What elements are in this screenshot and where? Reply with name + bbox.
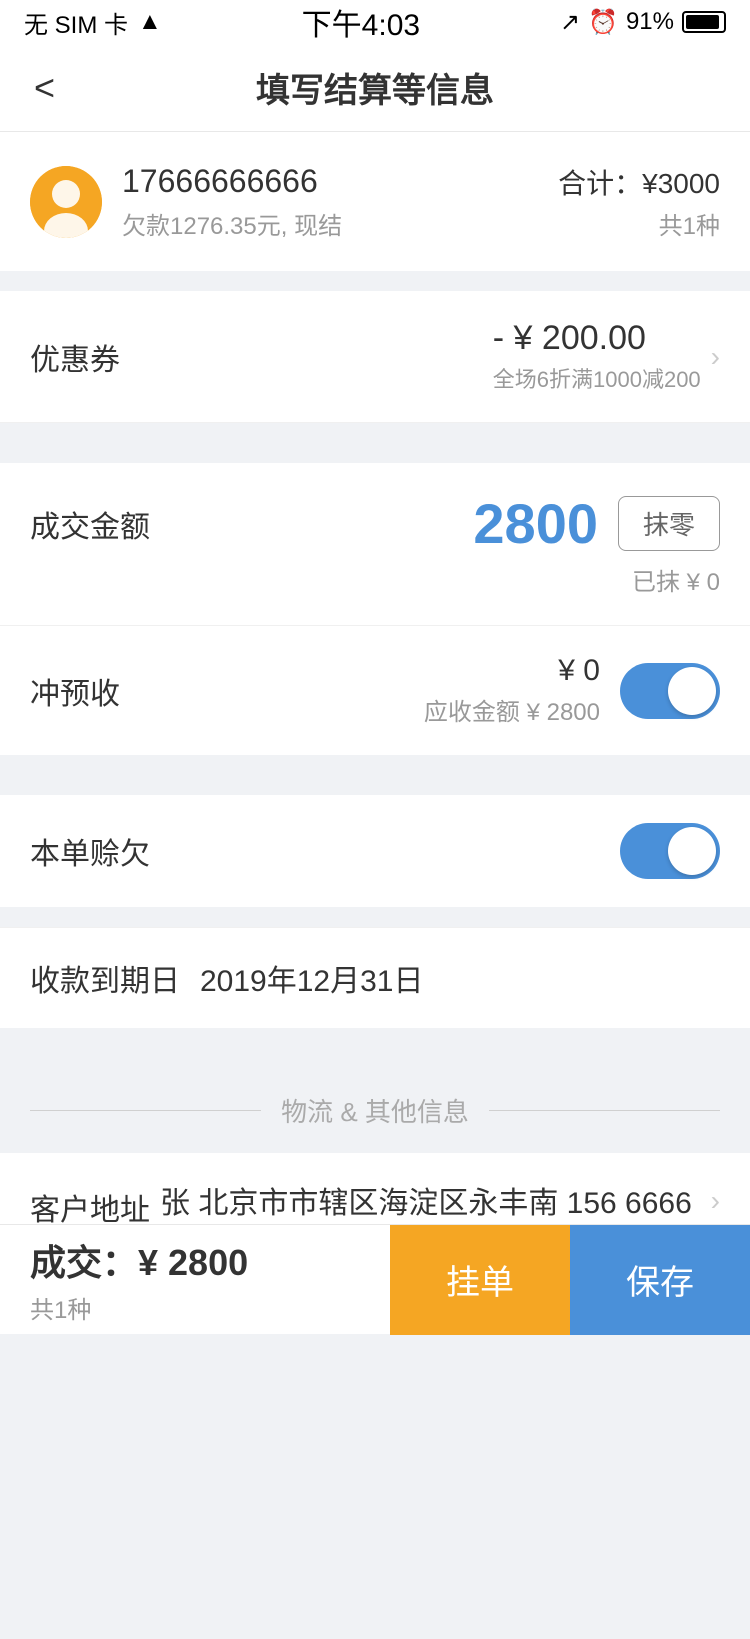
round-zero-button[interactable]: 抹零 [618,496,720,551]
duedate-label: 收款到期日 [30,956,180,1000]
customer-left: 17666666666 欠款1276.35元, 现结 [30,163,342,241]
customer-sub-text: 欠款1276.35元, 现结 [122,206,342,241]
carrier-text: 无 SIM 卡 [24,5,128,40]
logistics-divider: 物流 & 其他信息 [0,1068,750,1153]
coupon-amount-block: - ¥ 200.00 全场6折满1000减200 [493,319,701,394]
section-divider-3 [0,1048,750,1068]
battery-bar [682,11,726,33]
coupon-chevron-icon: › [711,341,720,373]
avatar [30,166,102,238]
deal-sub-text: 已抹 ¥ 0 [30,562,720,597]
prepay-label: 冲预收 [30,669,120,713]
location-icon: ↗ [560,8,580,37]
address-chevron-icon: › [701,1181,720,1217]
status-time: 下午4:03 [302,0,420,44]
prepay-sub-text: 应收金额 ¥ 2800 [424,692,600,727]
customer-detail: 17666666666 欠款1276.35元, 现结 [122,163,342,241]
bottom-spacer [0,1319,750,1519]
alarm-icon: ⏰ [588,8,618,37]
logistics-line-left [30,1110,261,1111]
coupon-right: - ¥ 200.00 全场6折满1000减200 › [493,319,720,394]
status-left: 无 SIM 卡 ▲ [24,5,162,40]
total-amount: ¥3000 [642,168,720,199]
total-label-amount: 合计：¥3000 [558,162,720,202]
bottom-count: 共1种 [30,1290,360,1325]
customer-right: 合计：¥3000 共1种 [558,162,720,241]
coupon-desc: 全场6折满1000减200 [493,362,701,394]
credit-label: 本单赊欠 [30,829,150,873]
deal-amount: 2800 [473,491,598,556]
total-count: 共1种 [558,206,720,241]
hang-button[interactable]: 挂单 [390,1225,570,1335]
wifi-icon: ▲ [138,8,162,36]
prepay-amount-block: ¥ 0 应收金额 ¥ 2800 [424,654,600,727]
deal-right: 2800 抹零 [473,491,720,556]
section-divider-1 [0,443,750,463]
duedate-value: 2019年12月31日 [200,956,423,1000]
prepay-right: ¥ 0 应收金额 ¥ 2800 [424,654,720,727]
bottom-bar: 成交：¥ 2800 共1种 挂单 保存 [0,1224,750,1334]
battery-percent: 91% [626,8,674,36]
back-button[interactable]: < [24,57,65,119]
duedate-section: 收款到期日 2019年12月31日 [0,927,750,1028]
coupon-label: 优惠券 [30,335,120,379]
prepay-section: 冲预收 ¥ 0 应收金额 ¥ 2800 [0,625,750,755]
section-divider-2 [0,775,750,795]
prepay-toggle[interactable] [620,663,720,719]
deal-row: 成交金额 2800 抹零 [30,491,720,556]
battery-fill [686,15,719,29]
bottom-summary: 成交：¥ 2800 共1种 [0,1234,390,1325]
logistics-label: 物流 & 其他信息 [281,1092,469,1129]
avatar-svg [30,166,102,238]
credit-toggle-knob [668,827,716,875]
bottom-deal-label: 成交： [30,1242,138,1283]
credit-toggle[interactable] [620,823,720,879]
address-label: 客户地址 [30,1181,160,1229]
logistics-line-right [489,1110,720,1111]
bottom-deal-row: 成交：¥ 2800 [30,1234,360,1286]
coupon-amount: - ¥ 200.00 [493,319,701,358]
prepay-amount: ¥ 0 [424,654,600,688]
status-bar: 无 SIM 卡 ▲ 下午4:03 ↗ ⏰ 91% [0,0,750,44]
total-label: 合计： [558,168,642,199]
toggle-knob [668,667,716,715]
content-area: 17666666666 欠款1276.35元, 现结 合计：¥3000 共1种 … [0,132,750,1639]
coupon-row[interactable]: 优惠券 - ¥ 200.00 全场6折满1000减200 › [0,291,750,423]
save-button[interactable]: 保存 [570,1225,750,1335]
customer-info-card: 17666666666 欠款1276.35元, 现结 合计：¥3000 共1种 [0,132,750,271]
battery-block [682,11,726,33]
status-right: ↗ ⏰ 91% [560,8,726,37]
credit-section: 本单赊欠 [0,795,750,907]
bottom-deal-amount: ¥ 2800 [138,1242,248,1283]
page-title: 填写结算等信息 [256,63,494,112]
deal-label: 成交金额 [30,502,150,546]
nav-bar: < 填写结算等信息 [0,44,750,132]
deal-section: 成交金额 2800 抹零 已抹 ¥ 0 [0,463,750,625]
customer-phone: 17666666666 [122,163,342,200]
